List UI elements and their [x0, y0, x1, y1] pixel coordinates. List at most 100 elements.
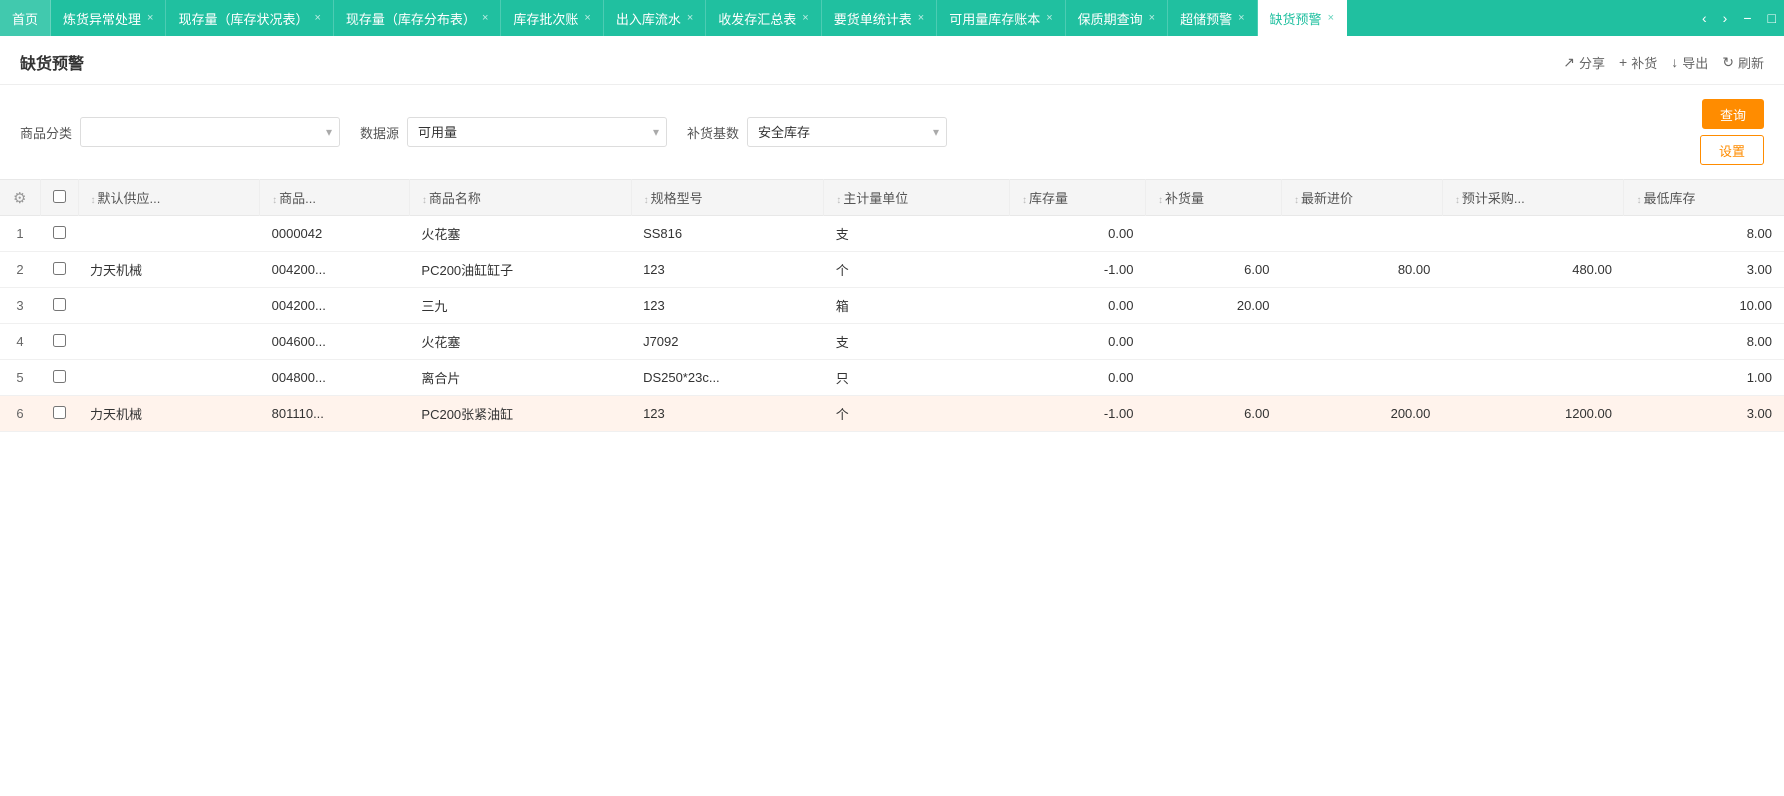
- col-stock-header[interactable]: ↕库存量: [1010, 180, 1146, 216]
- main-content: 缺货预警 ↗ 分享 + 补货 ↓ 导出 ↻ 刷新 商品分类: [0, 36, 1784, 796]
- tab-item-inventory-dist[interactable]: 现存量（库存分布表）×: [334, 0, 501, 36]
- col-supplier: [78, 288, 260, 324]
- col-spec: 123: [631, 396, 824, 432]
- col-unit: 个: [824, 252, 1010, 288]
- row-checkbox-2[interactable]: [53, 298, 66, 311]
- select-all-checkbox[interactable]: [53, 190, 66, 203]
- tab-item-shortage[interactable]: 缺货预警×: [1258, 0, 1347, 36]
- tab-close-recv-summary[interactable]: ×: [802, 12, 808, 24]
- row-checkbox-1[interactable]: [53, 262, 66, 275]
- col-checkbox: [40, 252, 78, 288]
- table-header-row: ⚙ ↕默认供应... ↕商品... ↕商品名称 ↕规格型号 ↕主计量单位 ↕库存…: [0, 180, 1784, 216]
- col-product-id-header[interactable]: ↕商品...: [260, 180, 410, 216]
- tab-close-inventory-dist[interactable]: ×: [482, 12, 488, 24]
- col-spec-header[interactable]: ↕规格型号: [631, 180, 824, 216]
- tab-scroll-right[interactable]: ›: [1715, 0, 1736, 36]
- tab-close-inout-flow[interactable]: ×: [687, 12, 693, 24]
- col-num: 1: [0, 216, 40, 252]
- col-est-purchase: 480.00: [1442, 252, 1624, 288]
- col-replenish-qty: 20.00: [1145, 288, 1281, 324]
- tab-close-expiry-query[interactable]: ×: [1149, 12, 1155, 24]
- category-select-wrapper: [80, 117, 340, 147]
- col-min-stock: 3.00: [1624, 396, 1784, 432]
- settings-button[interactable]: 设置: [1700, 135, 1764, 165]
- tab-close-batch-account[interactable]: ×: [584, 12, 590, 24]
- tab-scroll-left[interactable]: ‹: [1694, 0, 1715, 36]
- tab-item-proc-exception[interactable]: 炼货异常处理×: [51, 0, 166, 36]
- replenish-base-select[interactable]: 安全库存 最低库存: [747, 117, 947, 147]
- col-replenish-qty-header[interactable]: ↕补货量: [1145, 180, 1281, 216]
- col-stock: 0.00: [1010, 288, 1146, 324]
- col-product-id: 004800...: [260, 360, 410, 396]
- tab-close-avail-ledger[interactable]: ×: [1046, 12, 1052, 24]
- tab-item-recv-summary[interactable]: 收发存汇总表×: [706, 0, 821, 36]
- col-est-purchase-header[interactable]: ↕预计采购...: [1442, 180, 1624, 216]
- row-checkbox-4[interactable]: [53, 370, 66, 383]
- share-button[interactable]: ↗ 分享: [1563, 53, 1605, 72]
- tab-item-avail-ledger[interactable]: 可用量库存账本×: [937, 0, 1065, 36]
- refresh-button[interactable]: ↻ 刷新: [1722, 53, 1764, 72]
- tab-fullscreen[interactable]: □: [1760, 0, 1784, 36]
- tab-label-expiry-query: 保质期查询: [1078, 9, 1143, 28]
- col-latest-price: [1281, 216, 1442, 252]
- category-select[interactable]: [80, 117, 340, 147]
- export-button[interactable]: ↓ 导出: [1671, 53, 1708, 72]
- tab-minimize[interactable]: −: [1735, 0, 1759, 36]
- header-actions: ↗ 分享 + 补货 ↓ 导出 ↻ 刷新: [1563, 53, 1764, 72]
- col-product-id: 0000042: [260, 216, 410, 252]
- col-supplier-header[interactable]: ↕默认供应...: [78, 180, 260, 216]
- col-settings: ⚙: [0, 180, 40, 216]
- col-min-stock-header[interactable]: ↕最低库存: [1624, 180, 1784, 216]
- sort-product-id-icon: ↕: [272, 195, 277, 206]
- col-min-stock: 3.00: [1624, 252, 1784, 288]
- row-checkbox-0[interactable]: [53, 226, 66, 239]
- datasource-filter-group: 数据源 可用量 库存量: [360, 117, 667, 147]
- col-latest-price: 80.00: [1281, 252, 1442, 288]
- tab-close-overstock[interactable]: ×: [1238, 12, 1244, 24]
- sort-latest-price-icon: ↕: [1294, 195, 1299, 206]
- col-stock: 0.00: [1010, 324, 1146, 360]
- refresh-label: 刷新: [1738, 53, 1764, 72]
- col-num: 6: [0, 396, 40, 432]
- tab-item-inout-flow[interactable]: 出入库流水×: [604, 0, 706, 36]
- tab-item-home[interactable]: 首页: [0, 0, 51, 36]
- tab-close-order-stats[interactable]: ×: [918, 12, 924, 24]
- col-latest-price: [1281, 360, 1442, 396]
- col-product-name: PC200油缸缸子: [409, 252, 631, 288]
- col-product-name: 火花塞: [409, 324, 631, 360]
- tab-item-order-stats[interactable]: 要货单统计表×: [822, 0, 937, 36]
- col-product-name: 三九: [409, 288, 631, 324]
- tab-item-inventory-status[interactable]: 现存量（库存状况表）×: [166, 0, 333, 36]
- row-checkbox-5[interactable]: [53, 406, 66, 419]
- col-min-stock: 8.00: [1624, 216, 1784, 252]
- sort-min-stock-icon: ↕: [1636, 195, 1641, 206]
- replenish-base-select-wrapper: 安全库存 最低库存: [747, 117, 947, 147]
- query-button[interactable]: 查询: [1702, 99, 1764, 129]
- tab-close-inventory-status[interactable]: ×: [314, 12, 320, 24]
- datasource-select-wrapper: 可用量 库存量: [407, 117, 667, 147]
- row-checkbox-3[interactable]: [53, 334, 66, 347]
- tab-label-home: 首页: [12, 9, 38, 28]
- refresh-icon: ↻: [1722, 54, 1734, 71]
- replenish-button[interactable]: + 补货: [1619, 53, 1657, 72]
- col-supplier: [78, 324, 260, 360]
- filter-bar-right: 查询 设置: [1700, 99, 1764, 165]
- col-supplier: [78, 216, 260, 252]
- tab-item-overstock[interactable]: 超储预警 ×: [1168, 0, 1257, 36]
- tab-close-proc-exception[interactable]: ×: [147, 12, 153, 24]
- col-unit: 个: [824, 396, 1010, 432]
- datasource-select[interactable]: 可用量 库存量: [407, 117, 667, 147]
- tab-item-batch-account[interactable]: 库存批次账 ×: [501, 0, 603, 36]
- tab-label-overstock: 超储预警: [1180, 9, 1232, 28]
- settings-icon[interactable]: ⚙: [13, 190, 26, 207]
- col-supplier: 力天机械: [78, 396, 260, 432]
- tab-item-expiry-query[interactable]: 保质期查询 ×: [1066, 0, 1168, 36]
- tab-close-shortage[interactable]: ×: [1328, 12, 1334, 24]
- col-unit-header[interactable]: ↕主计量单位: [824, 180, 1010, 216]
- col-min-stock: 1.00: [1624, 360, 1784, 396]
- col-product-name: 火花塞: [409, 216, 631, 252]
- col-product-name-header[interactable]: ↕商品名称: [409, 180, 631, 216]
- tab-label-batch-account: 库存批次账: [513, 9, 578, 28]
- col-product-id: 004600...: [260, 324, 410, 360]
- col-latest-price-header[interactable]: ↕最新进价: [1281, 180, 1442, 216]
